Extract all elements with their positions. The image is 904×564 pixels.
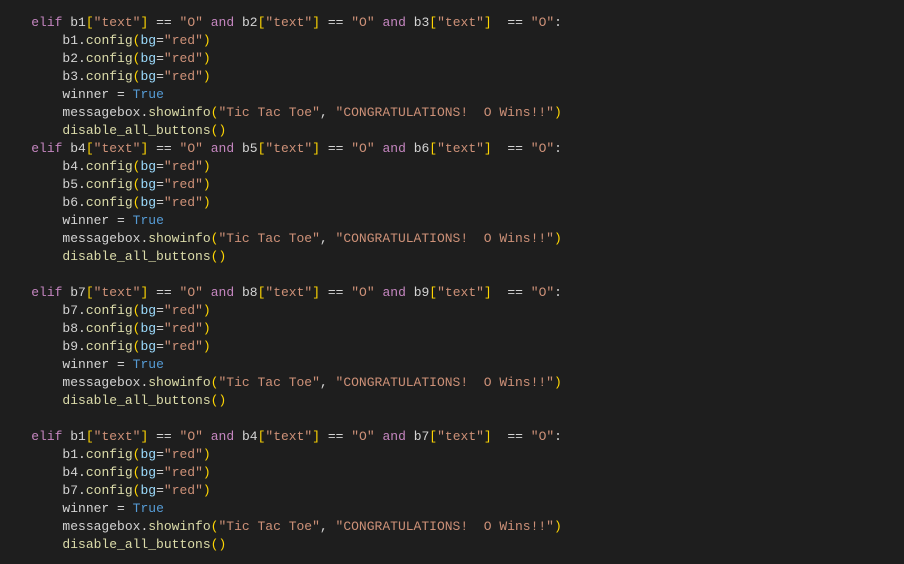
code-editor[interactable]: elif b1["text"] == "O" and b2["text"] ==… <box>0 0 904 554</box>
